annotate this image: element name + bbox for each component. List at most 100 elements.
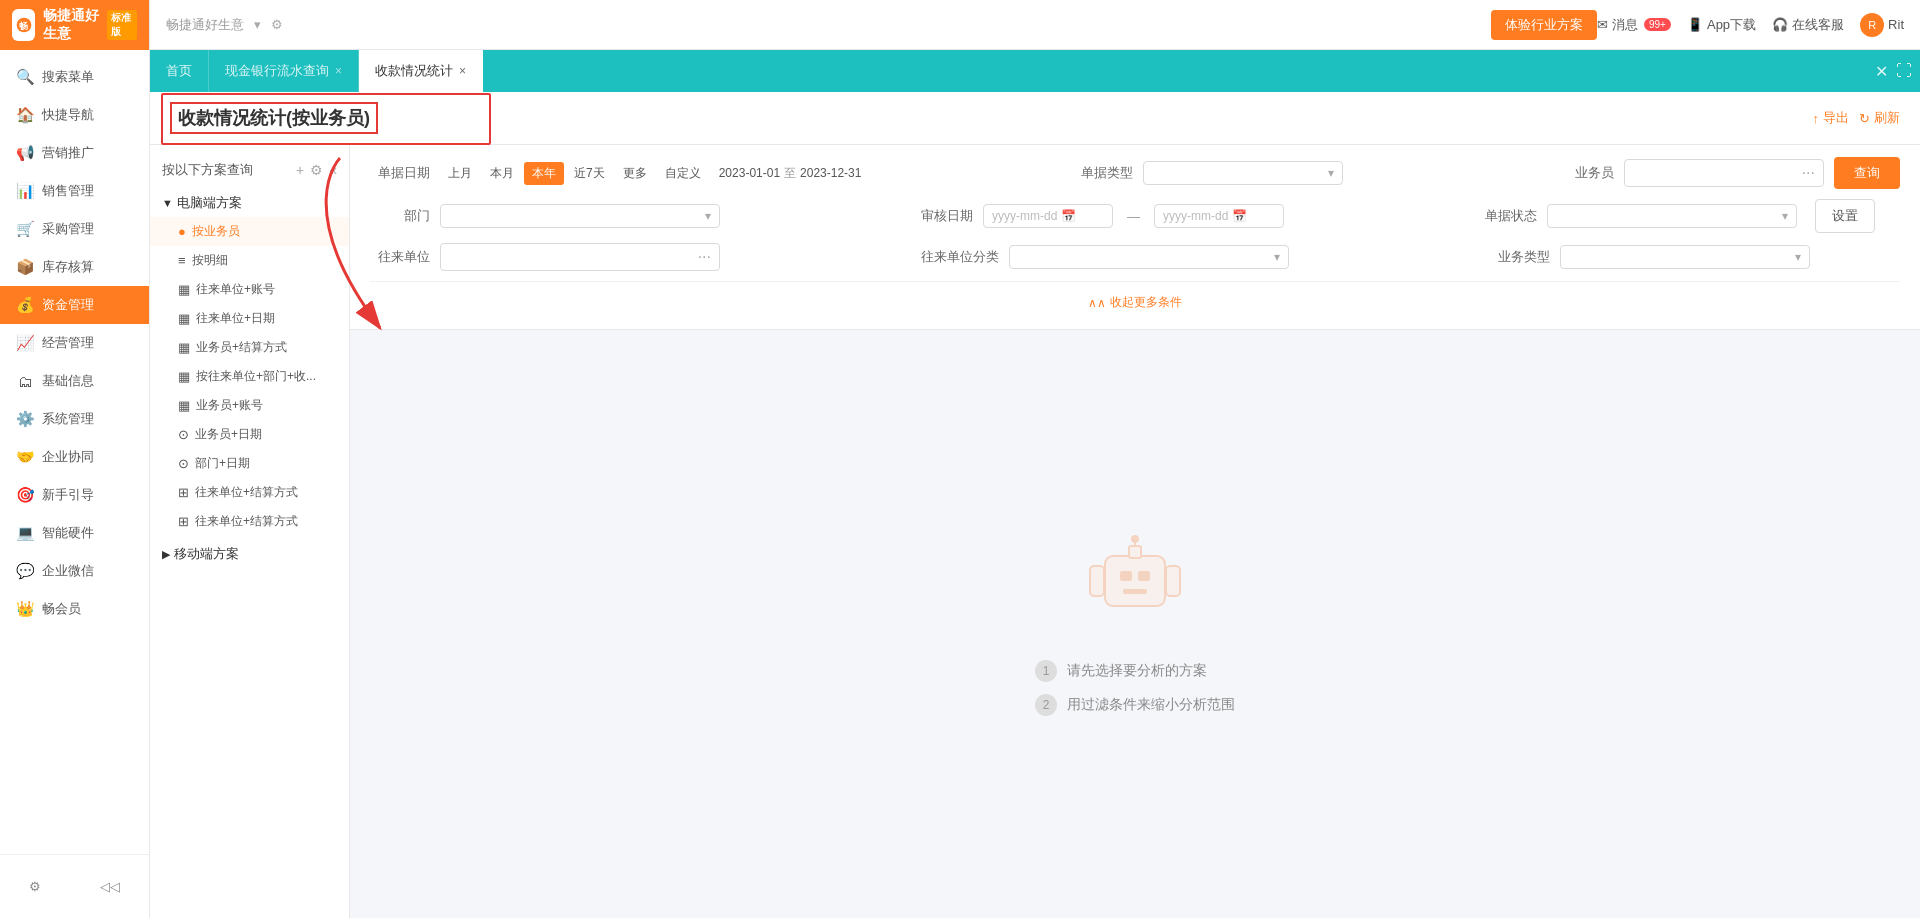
- sidebar-item-basic[interactable]: 🗂 基础信息: [0, 362, 149, 400]
- calendar2-icon: 📅: [1232, 209, 1247, 223]
- salesperson-more-icon[interactable]: ···: [1802, 164, 1815, 182]
- user-avatar[interactable]: R Rit: [1860, 13, 1904, 37]
- settings-icon[interactable]: ⚙: [271, 17, 283, 32]
- sidebar-item-system[interactable]: ⚙️ 系统管理: [0, 400, 149, 438]
- logo-icon: 畅: [12, 9, 35, 41]
- empty-state-icon: [1085, 521, 1185, 640]
- main-content: 畅捷通好生意 ▾ ⚙ 体验行业方案 ✉ 消息 99+ 📱 App下载 🎧 在线客: [150, 0, 1920, 918]
- footer-collapse-btn[interactable]: ◁◁: [84, 871, 136, 902]
- header-left: 畅捷通好生意 ▾ ⚙: [166, 16, 283, 34]
- tab-collection-stat-close[interactable]: ×: [459, 64, 466, 78]
- plan-item-salesperson-settle[interactable]: ▦ 业务员+结算方式: [150, 333, 349, 362]
- tab-close-all-icon[interactable]: ✕: [1875, 62, 1888, 81]
- doc-status-select[interactable]: ▾: [1547, 204, 1797, 228]
- partner-category-chevron-icon: ▾: [1274, 250, 1280, 264]
- page-header-actions: ↑ 导出 ↻ 刷新: [1813, 109, 1901, 127]
- messages-btn[interactable]: ✉ 消息 99+: [1597, 16, 1671, 34]
- export-icon: ↑: [1813, 111, 1820, 126]
- plan-item-by-detail[interactable]: ≡ 按明细: [150, 246, 349, 275]
- plan-group-desktop-header[interactable]: ▼ 电脑端方案: [150, 189, 349, 217]
- search-icon: 🔍: [16, 68, 34, 86]
- sidebar-item-inventory[interactable]: 📦 库存核算: [0, 248, 149, 286]
- scheme-settings-icon[interactable]: ⚙: [310, 162, 323, 178]
- date-btn-this-year[interactable]: 本年: [524, 162, 564, 185]
- header-actions: ✉ 消息 99+ 📱 App下载 🎧 在线客服 R Rit: [1597, 13, 1904, 37]
- trial-btn[interactable]: 体验行业方案: [1491, 10, 1597, 40]
- review-date-to[interactable]: yyyy-mm-dd 📅: [1154, 204, 1284, 228]
- biz-type-select[interactable]: ▾: [1560, 245, 1810, 269]
- date-range: 2023-01-01 至 2023-12-31: [719, 165, 862, 182]
- date-btn-last-month[interactable]: 上月: [440, 162, 480, 185]
- sidebar-item-sales[interactable]: 📊 销售管理: [0, 172, 149, 210]
- date-to: 2023-12-31: [800, 166, 861, 180]
- biz-type-label: 业务类型: [1490, 248, 1550, 266]
- tab-collection-stat-label: 收款情况统计: [375, 62, 453, 80]
- sidebar-item-operations[interactable]: 📈 经营管理: [0, 324, 149, 362]
- svg-rect-10: [1090, 566, 1104, 596]
- date-btn-this-month[interactable]: 本月: [482, 162, 522, 185]
- plan-item-dept-date[interactable]: ⊙ 部门+日期: [150, 449, 349, 478]
- partner-more-icon[interactable]: ···: [698, 248, 711, 266]
- salesperson-select[interactable]: ···: [1624, 159, 1824, 187]
- sales-icon: 📊: [16, 182, 34, 200]
- review-date-to-placeholder: yyyy-mm-dd: [1163, 209, 1228, 223]
- online-service-btn[interactable]: 🎧 在线客服: [1772, 16, 1844, 34]
- footer-settings-btn[interactable]: ⚙: [13, 871, 57, 902]
- date-btn-more[interactable]: 更多: [615, 162, 655, 185]
- tab-bank-flow[interactable]: 现金银行流水查询 ×: [209, 50, 359, 92]
- sidebar-item-enterprise[interactable]: 🤝 企业协同: [0, 438, 149, 476]
- partner-category-select[interactable]: ▾: [1009, 245, 1289, 269]
- plan-item-salesperson-account[interactable]: ▦ 业务员+账号: [150, 391, 349, 420]
- plan-item-dept-date-label: 部门+日期: [195, 455, 250, 472]
- sidebar-item-marketing[interactable]: 📢 营销推广: [0, 134, 149, 172]
- sidebar-item-purchase-label: 采购管理: [42, 220, 94, 238]
- plan-item-partner-date[interactable]: ▦ 往来单位+日期: [150, 304, 349, 333]
- plan-item-salesperson-settle-icon: ▦: [178, 340, 190, 355]
- sidebar-item-quick-nav[interactable]: 🏠 快捷导航: [0, 96, 149, 134]
- partner-select[interactable]: ···: [440, 243, 720, 271]
- tab-expand-icon[interactable]: ⛶: [1896, 62, 1912, 80]
- query-btn[interactable]: 查询: [1834, 157, 1900, 189]
- tab-bank-flow-close[interactable]: ×: [335, 64, 342, 78]
- tab-home[interactable]: 首页: [150, 50, 209, 92]
- plan-group-mobile: ▶ 移动端方案: [150, 540, 349, 568]
- doc-type-select[interactable]: ▾: [1143, 161, 1343, 185]
- sidebar-item-search[interactable]: 🔍 搜索菜单: [0, 58, 149, 96]
- tab-collection-stat[interactable]: 收款情况统计 ×: [359, 50, 483, 92]
- dept-select[interactable]: ▾: [440, 204, 720, 228]
- review-date-from[interactable]: yyyy-mm-dd 📅: [983, 204, 1113, 228]
- date-btn-custom[interactable]: 自定义: [657, 162, 709, 185]
- collapse-conditions-btn[interactable]: ∧∧ 收起更多条件: [1082, 288, 1188, 317]
- sidebar-item-finance[interactable]: 💰 资金管理: [0, 286, 149, 324]
- plan-item-partner-account[interactable]: ▦ 往来单位+账号: [150, 275, 349, 304]
- refresh-icon: ↻: [1859, 111, 1870, 126]
- messages-label: 消息: [1612, 16, 1638, 34]
- doc-type-chevron-icon: ▾: [1328, 166, 1334, 180]
- plan-item-salesperson-date[interactable]: ⊙ 业务员+日期: [150, 420, 349, 449]
- refresh-btn[interactable]: ↻ 刷新: [1859, 109, 1900, 127]
- sidebar-item-wechat[interactable]: 💬 企业微信: [0, 552, 149, 590]
- export-btn[interactable]: ↑ 导出: [1813, 109, 1850, 127]
- refresh-label: 刷新: [1874, 109, 1900, 127]
- basic-icon: 🗂: [16, 372, 34, 390]
- sidebar-item-member[interactable]: 👑 畅会员: [0, 590, 149, 628]
- scheme-collapse-icon[interactable]: «: [329, 162, 337, 178]
- sidebar-item-purchase[interactable]: 🛒 采购管理: [0, 210, 149, 248]
- sidebar-item-smart-label: 智能硬件: [42, 524, 94, 542]
- service-icon: 🎧: [1772, 17, 1788, 32]
- dept-label: 部门: [370, 207, 430, 225]
- filter-row-3: 往来单位 ··· 往来单位分类 ▾: [370, 243, 1900, 271]
- plan-group-mobile-header[interactable]: ▶ 移动端方案: [150, 540, 349, 568]
- plan-item-partner-dept-collect[interactable]: ▦ 按往来单位+部门+收...: [150, 362, 349, 391]
- date-btn-7days[interactable]: 近7天: [566, 162, 613, 185]
- date-dash: —: [1123, 209, 1144, 224]
- add-scheme-icon[interactable]: +: [296, 162, 304, 178]
- sidebar-item-basic-label: 基础信息: [42, 372, 94, 390]
- plan-item-by-salesperson[interactable]: ● 按业务员: [150, 217, 349, 246]
- plan-item-partner-settle[interactable]: ⊞ 往来单位+结算方式: [150, 478, 349, 507]
- app-download-btn[interactable]: 📱 App下载: [1687, 16, 1756, 34]
- plan-item-partner-settle2[interactable]: ⊞ 往来单位+结算方式: [150, 507, 349, 536]
- settings-btn[interactable]: 设置: [1815, 199, 1875, 233]
- sidebar-item-smart[interactable]: 💻 智能硬件: [0, 514, 149, 552]
- sidebar-item-guide[interactable]: 🎯 新手引导: [0, 476, 149, 514]
